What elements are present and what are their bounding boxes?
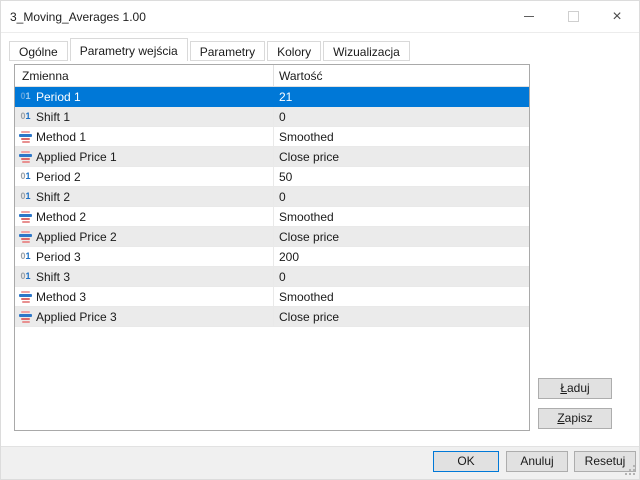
variable-cell: 01 Shift 3 — [15, 267, 273, 286]
variable-value[interactable]: 0 — [273, 267, 529, 286]
variable-cell: Method 2 — [15, 207, 273, 226]
variable-value[interactable]: 0 — [273, 187, 529, 206]
table-row-shift-1[interactable]: 01 Shift 1 0 — [15, 107, 529, 127]
variable-name: Applied Price 1 — [36, 149, 117, 164]
variable-value[interactable]: Smoothed — [273, 207, 529, 226]
variable-cell: 01 Shift 1 — [15, 107, 273, 126]
numeric-input-icon: 01 — [20, 251, 31, 261]
table-row-shift-2[interactable]: 01 Shift 2 0 — [15, 187, 529, 207]
enum-input-icon — [19, 230, 32, 243]
variable-value[interactable]: Close price — [273, 227, 529, 246]
variable-name: Applied Price 3 — [36, 309, 117, 324]
tab-parametry-wejscia[interactable]: Parametry wejścia — [69, 38, 188, 61]
table-row-method-2[interactable]: Method 2 Smoothed — [15, 207, 529, 227]
tab-wizualizacja[interactable]: Wizualizacja — [323, 41, 410, 61]
table-row-period-3[interactable]: 01 Period 3 200 — [15, 247, 529, 267]
variable-cell: Applied Price 3 — [15, 307, 273, 326]
numeric-input-icon: 01 — [20, 271, 31, 281]
maximize-icon — [567, 11, 579, 22]
enum-input-icon — [19, 310, 32, 323]
close-icon: × — [612, 7, 622, 25]
column-header-variable[interactable]: Zmienna — [15, 65, 273, 86]
close-button[interactable]: × — [595, 1, 639, 32]
variable-cell: 01 Shift 2 — [15, 187, 273, 206]
dialog-window: 3_Moving_Averages 1.00 × Ogólne Parametry… — [0, 0, 640, 480]
tab-bar: Ogólne Parametry wejścia Parametry Kolory Wi… — [9, 38, 412, 61]
variable-name: Method 1 — [36, 129, 87, 144]
numeric-input-icon: 01 — [20, 111, 31, 121]
variable-name: Period 2 — [36, 169, 81, 184]
enum-input-icon — [19, 150, 32, 163]
table-row-shift-3[interactable]: 01 Shift 3 0 — [15, 267, 529, 287]
window-controls: × — [507, 1, 639, 32]
variable-cell: 01 Period 3 — [15, 247, 273, 266]
variable-name: Method 3 — [36, 289, 87, 304]
variable-cell: 01 Period 1 — [15, 87, 273, 106]
numeric-input-icon: 01 — [20, 191, 31, 201]
variable-name: Applied Price 2 — [36, 229, 117, 244]
variable-name: Shift 1 — [36, 109, 71, 124]
variable-value[interactable]: 21 — [273, 87, 529, 106]
titlebar: 3_Moving_Averages 1.00 × — [1, 1, 639, 33]
variable-value[interactable]: Smoothed — [273, 127, 529, 146]
variable-name: Shift 2 — [36, 189, 71, 204]
table-header: Zmienna Wartość — [15, 65, 529, 87]
variable-cell: Applied Price 1 — [15, 147, 273, 166]
variable-value[interactable]: 200 — [273, 247, 529, 266]
enum-input-icon — [19, 210, 32, 223]
numeric-input-icon: 01 — [20, 91, 31, 101]
maximize-button[interactable] — [551, 1, 595, 32]
variable-name: Shift 3 — [36, 269, 71, 284]
table-row-period-2[interactable]: 01 Period 2 50 — [15, 167, 529, 187]
table-row-method-1[interactable]: Method 1 Smoothed — [15, 127, 529, 147]
enum-input-icon — [19, 130, 32, 143]
variable-name: Period 1 — [36, 89, 81, 104]
variable-value[interactable]: Close price — [273, 147, 529, 166]
tab-parametry[interactable]: Parametry — [189, 41, 266, 61]
table-row-period-1[interactable]: 01 Period 1 21 — [15, 87, 529, 107]
laduj-button[interactable]: Ładuj — [538, 378, 612, 399]
variable-cell: 01 Period 2 — [15, 167, 273, 186]
variable-value[interactable]: 50 — [273, 167, 529, 186]
numeric-input-icon: 01 — [20, 171, 31, 181]
table-row-applied-price-1[interactable]: Applied Price 1 Close price — [15, 147, 529, 167]
column-header-value[interactable]: Wartość — [273, 65, 529, 86]
ok-button[interactable]: OK — [433, 451, 499, 472]
table-row-applied-price-3[interactable]: Applied Price 3 Close price — [15, 307, 529, 327]
anuluj-button[interactable]: Anuluj — [506, 451, 568, 472]
resize-grip[interactable] — [625, 465, 636, 476]
variable-cell: Method 1 — [15, 127, 273, 146]
table-row-method-3[interactable]: Method 3 Smoothed — [15, 287, 529, 307]
variable-value[interactable]: Close price — [273, 307, 529, 326]
variable-value[interactable]: Smoothed — [273, 287, 529, 306]
variable-cell: Applied Price 2 — [15, 227, 273, 246]
zapisz-button[interactable]: Zapisz — [538, 408, 612, 429]
variable-cell: Method 3 — [15, 287, 273, 306]
variable-name: Method 2 — [36, 209, 87, 224]
variable-value[interactable]: 0 — [273, 107, 529, 126]
table-row-applied-price-2[interactable]: Applied Price 2 Close price — [15, 227, 529, 247]
minimize-button[interactable] — [507, 1, 551, 32]
enum-input-icon — [19, 290, 32, 303]
footer: OK Anuluj Resetuj — [1, 446, 639, 479]
variable-name: Period 3 — [36, 249, 81, 264]
parameters-table: Zmienna Wartość 01 Period 1 21 01 Shift 1 0 Me… — [14, 64, 530, 431]
window-title: 3_Moving_Averages 1.00 — [10, 9, 146, 24]
tab-kolory[interactable]: Kolory — [267, 41, 322, 61]
minimize-icon — [524, 16, 534, 17]
tab-ogolne[interactable]: Ogólne — [9, 41, 68, 61]
table-body: 01 Period 1 21 01 Shift 1 0 Method 1 Smoothed Ap… — [15, 87, 529, 327]
